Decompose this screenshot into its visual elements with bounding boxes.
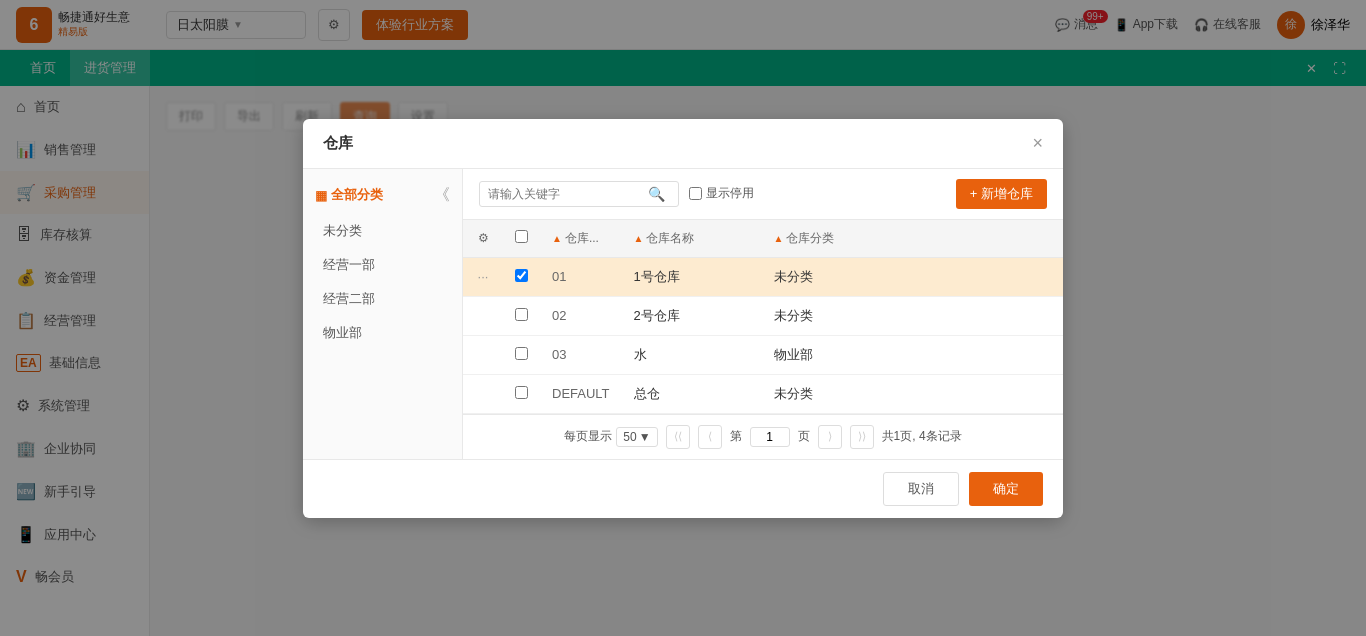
ms-header: ▦ 全部分类 《 [303,177,462,214]
row-code: 03 [540,335,622,374]
row-checkbox-cell [503,257,540,296]
category-item-ops2[interactable]: 经营二部 [303,282,462,316]
add-warehouse-button[interactable]: + 新增仓库 [956,179,1047,209]
ms-category-title: ▦ 全部分类 [315,186,383,204]
ms-all-category[interactable]: 全部分类 [331,186,383,204]
modal-close-button[interactable]: × [1032,133,1043,154]
th-category: ▲ 仓库分类 [762,220,1063,258]
show-disabled-label[interactable]: 显示停用 [689,185,754,202]
first-page-button[interactable]: ⟨⟨ [666,425,690,449]
sort-name-icon: ▲ [634,233,644,244]
page-unit: 页 [798,428,810,445]
row-ellipsis[interactable] [463,296,503,335]
row-name: 水 [622,335,762,374]
table-row[interactable]: 03 水 物业部 [463,335,1063,374]
modal-overlay: 仓库 × ▦ 全部分类 《 未分类 经营一部 经营二部 物业部 [0,0,1366,636]
warehouse-table: ⚙ ▲ 仓库... [463,220,1063,414]
warehouse-table-element: ⚙ ▲ 仓库... [463,220,1063,414]
category-item-property[interactable]: 物业部 [303,316,462,350]
row-checkbox[interactable] [515,347,528,360]
table-header-row: ⚙ ▲ 仓库... [463,220,1063,258]
row-code: 02 [540,296,622,335]
modal-toolbar: 🔍 显示停用 + 新增仓库 [463,169,1063,220]
modal-sidebar: ▦ 全部分类 《 未分类 经营一部 经营二部 物业部 [303,169,463,459]
prev-page-button[interactable]: ⟨ [698,425,722,449]
confirm-button[interactable]: 确定 [969,472,1043,506]
collapse-icon[interactable]: 《 [434,185,450,206]
row-checkbox[interactable] [515,269,528,282]
page-label: 第 [730,428,742,445]
row-category: 未分类 [762,374,1063,413]
table-row[interactable]: 02 2号仓库 未分类 [463,296,1063,335]
per-page-selector[interactable]: 50 ▼ [616,427,657,447]
row-checkbox-cell [503,374,540,413]
row-ellipsis[interactable] [463,374,503,413]
modal-footer: 取消 确定 [303,459,1063,518]
sort-icon: ▲ [552,233,562,244]
modal-title: 仓库 [323,134,353,153]
th-name: ▲ 仓库名称 [622,220,762,258]
th-gear: ⚙ [463,220,503,258]
table-row[interactable]: DEFAULT 总仓 未分类 [463,374,1063,413]
ellipsis-icon[interactable]: ··· [478,269,489,284]
search-icon[interactable]: 🔍 [648,186,665,202]
gear-icon[interactable]: ⚙ [478,231,489,245]
modal-body: ▦ 全部分类 《 未分类 经营一部 经营二部 物业部 🔍 [303,169,1063,459]
last-page-button[interactable]: ⟩⟩ [850,425,874,449]
search-input[interactable] [488,187,648,201]
modal-pagination: 每页显示 50 ▼ ⟨⟨ ⟨ 第 页 ⟩ ⟩⟩ 共1页, 4条记录 [463,414,1063,459]
row-ellipsis[interactable] [463,335,503,374]
th-checkbox [503,220,540,258]
modal-header: 仓库 × [303,119,1063,169]
category-item-ops1[interactable]: 经营一部 [303,248,462,282]
page-input[interactable] [750,427,790,447]
row-code: DEFAULT [540,374,622,413]
modal-main: 🔍 显示停用 + 新增仓库 ⚙ [463,169,1063,459]
per-page-value: 50 [623,430,636,444]
select-all-checkbox[interactable] [515,230,528,243]
page-size-select: 每页显示 50 ▼ [564,427,657,447]
row-category: 物业部 [762,335,1063,374]
cancel-button[interactable]: 取消 [883,472,959,506]
row-checkbox[interactable] [515,386,528,399]
row-code: 01 [540,257,622,296]
warehouse-modal: 仓库 × ▦ 全部分类 《 未分类 经营一部 经营二部 物业部 [303,119,1063,518]
row-name: 2号仓库 [622,296,762,335]
row-name: 总仓 [622,374,762,413]
per-page-arrow: ▼ [639,430,651,444]
grid-icon: ▦ [315,188,327,203]
sort-cat-icon: ▲ [774,233,784,244]
show-disabled-text: 显示停用 [706,185,754,202]
next-page-button[interactable]: ⟩ [818,425,842,449]
row-category: 未分类 [762,296,1063,335]
pagination-summary: 共1页, 4条记录 [882,428,962,445]
per-page-label: 每页显示 [564,428,612,445]
table-row[interactable]: ··· 01 1号仓库 未分类 [463,257,1063,296]
row-category: 未分类 [762,257,1063,296]
category-item-unclassified[interactable]: 未分类 [303,214,462,248]
row-checkbox-cell [503,296,540,335]
row-name: 1号仓库 [622,257,762,296]
show-disabled-checkbox[interactable] [689,187,702,200]
th-code: ▲ 仓库... [540,220,622,258]
row-checkbox-cell [503,335,540,374]
row-checkbox[interactable] [515,308,528,321]
row-ellipsis[interactable]: ··· [463,257,503,296]
search-box: 🔍 [479,181,679,207]
